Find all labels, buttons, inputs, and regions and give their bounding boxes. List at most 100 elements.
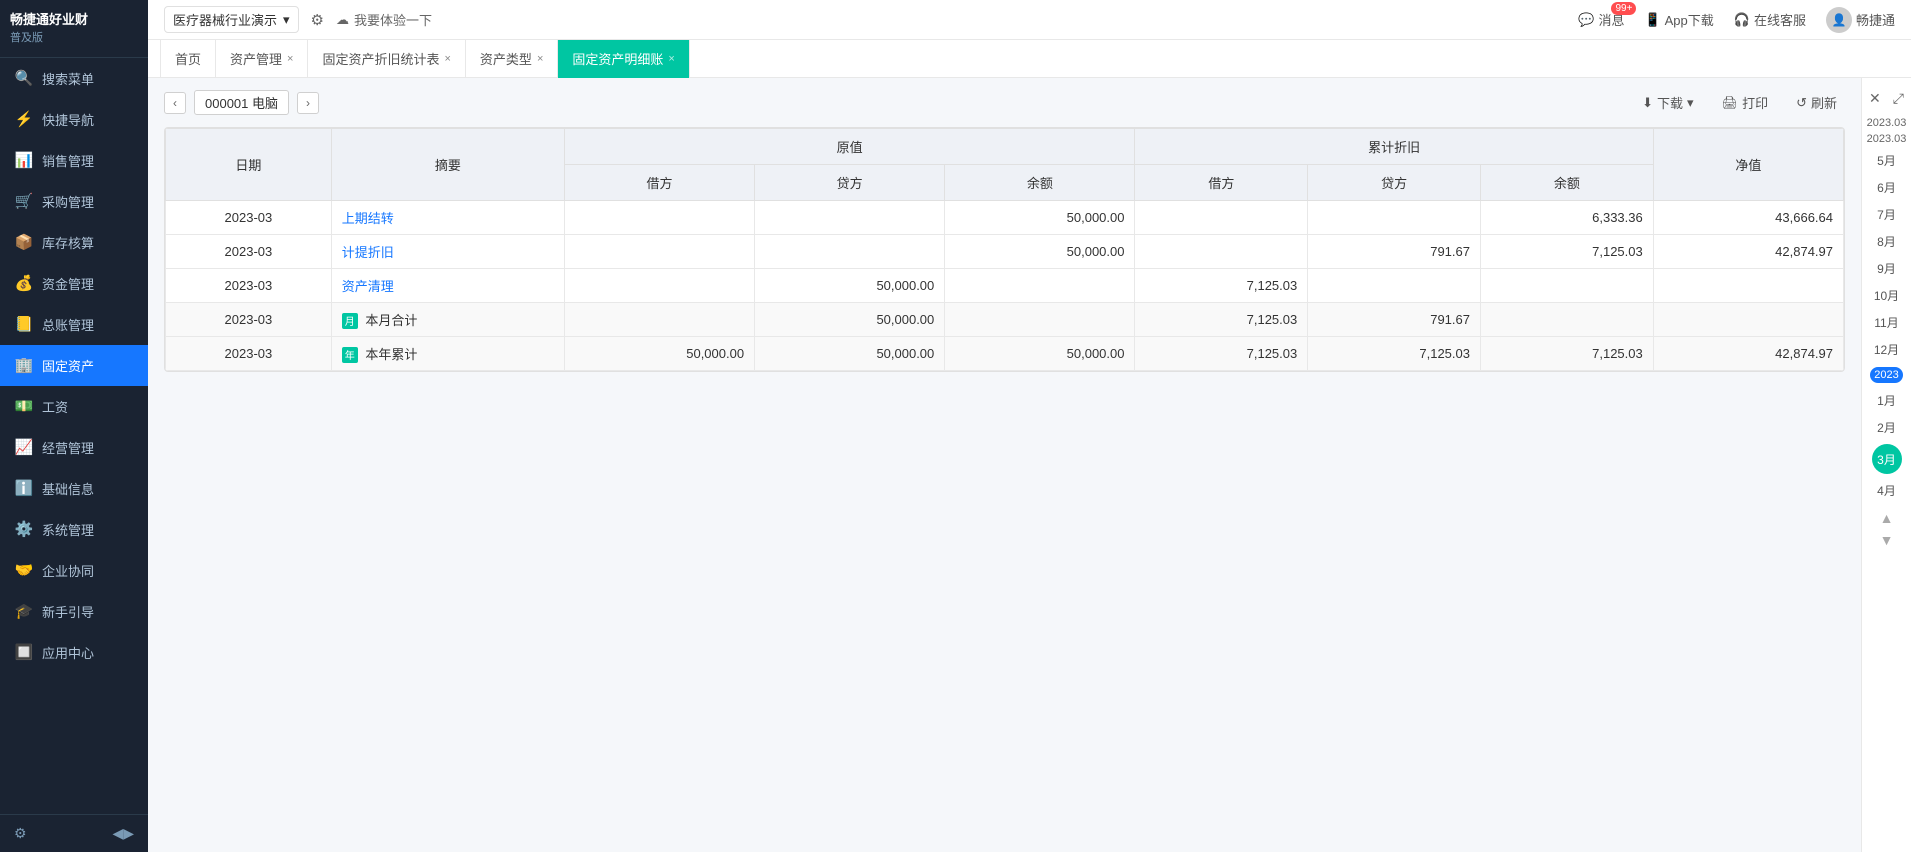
cell-summary[interactable]: 计提折旧	[331, 235, 564, 269]
tab-label-asset-mgmt: 资产管理	[230, 49, 282, 68]
cell-net-value: 43,666.64	[1653, 201, 1843, 235]
cell-orig-credit: 50,000.00	[755, 337, 945, 371]
cell-accum-debit: 7,125.03	[1135, 337, 1308, 371]
panel-down-btn[interactable]: ▼	[1880, 532, 1894, 548]
tab-close-depreciation-stat[interactable]: ×	[444, 53, 450, 65]
experience-btn[interactable]: ☁ 我要体验一下	[336, 10, 432, 29]
sidebar-item-funds[interactable]: 💰 资金管理	[0, 263, 148, 304]
sidebar-item-newbie[interactable]: 🎓 新手引导	[0, 591, 148, 632]
cell-date: 2023-03	[166, 201, 332, 235]
month-item-3月[interactable]: 3月	[1872, 444, 1902, 474]
cell-accum-credit	[1308, 201, 1481, 235]
sidebar-item-ledger[interactable]: 📒 总账管理	[0, 304, 148, 345]
sidebar-item-sales[interactable]: 📊 销售管理	[0, 140, 148, 181]
th-orig-credit: 贷方	[755, 165, 945, 201]
sidebar-item-basic[interactable]: ℹ️ 基础信息	[0, 468, 148, 509]
tab-close-asset-type[interactable]: ×	[537, 53, 543, 65]
th-orig-balance: 余额	[945, 165, 1135, 201]
sidebar-label-fixed: 固定资产	[42, 356, 94, 375]
tab-home[interactable]: 首页	[160, 40, 216, 78]
month-item-2月[interactable]: 2月	[1862, 414, 1911, 441]
sidebar-item-fixed[interactable]: 🏢 固定资产	[0, 345, 148, 386]
sidebar-item-inventory[interactable]: 📦 库存核算	[0, 222, 148, 263]
system-icon: ⚙️	[14, 520, 34, 538]
cell-orig-balance: 50,000.00	[945, 337, 1135, 371]
month-item-8月[interactable]: 8月	[1862, 228, 1911, 255]
table-row: 2023-03 计提折旧 50,000.00 791.67 7,125.03 4…	[166, 235, 1844, 269]
cell-accum-balance: 7,125.03	[1480, 337, 1653, 371]
sidebar-item-enterprise[interactable]: 🤝 企业协同	[0, 550, 148, 591]
summary-link-0[interactable]: 上期结转	[342, 211, 394, 226]
month-item-10月[interactable]: 10月	[1862, 282, 1911, 309]
download-label: 下载	[1657, 93, 1683, 112]
sidebar-label-ledger: 总账管理	[42, 315, 94, 334]
sidebar-item-system[interactable]: ⚙️ 系统管理	[0, 509, 148, 550]
sidebar-item-salary[interactable]: 💵 工资	[0, 386, 148, 427]
sidebar-item-operations[interactable]: 📈 经营管理	[0, 427, 148, 468]
cell-net-value	[1653, 303, 1843, 337]
expand-panel-btn[interactable]: ⤢	[1889, 86, 1908, 111]
close-panel-btn[interactable]: ✕	[1865, 86, 1885, 111]
salary-icon: 💵	[14, 397, 34, 415]
sidebar-item-quicknav[interactable]: ⚡ 快捷导航	[0, 99, 148, 140]
ledger-table: 日期 摘要 原值 累计折旧 净值 借方 贷方 余额 借方 贷方 余额	[165, 128, 1844, 371]
sidebar-item-search[interactable]: 🔍 搜索菜单	[0, 58, 148, 99]
summary-link-2[interactable]: 资产清理	[342, 279, 394, 294]
summary-link-1[interactable]: 计提折旧	[342, 245, 394, 260]
download-btn[interactable]: ⬇ 下载 ▾	[1634, 90, 1701, 115]
th-summary: 摘要	[331, 129, 564, 201]
month-item-11月[interactable]: 11月	[1862, 309, 1911, 336]
month-item-7月[interactable]: 7月	[1862, 201, 1911, 228]
cell-orig-debit	[564, 235, 754, 269]
th-accum-debit: 借方	[1135, 165, 1308, 201]
sidebar-label-system: 系统管理	[42, 520, 94, 539]
month-item-9月[interactable]: 9月	[1862, 255, 1911, 282]
tab-close-asset-detail[interactable]: ×	[668, 53, 674, 65]
cell-net-value: 42,874.97	[1653, 337, 1843, 371]
avatar-icon: 👤	[1832, 13, 1847, 27]
month-item-4月[interactable]: 4月	[1862, 477, 1911, 504]
cell-orig-balance	[945, 303, 1135, 337]
newbie-icon: 🎓	[14, 602, 34, 620]
print-btn[interactable]: 🖨 打印	[1714, 90, 1777, 115]
tab-label-depreciation-stat: 固定资产折旧统计表	[322, 49, 439, 68]
cell-accum-credit: 791.67	[1308, 303, 1481, 337]
settings-icon[interactable]: ⚙	[14, 825, 27, 842]
tab-depreciation-stat[interactable]: 固定资产折旧统计表 ×	[308, 40, 465, 78]
next-asset-btn[interactable]: ›	[297, 92, 319, 114]
refresh-btn[interactable]: ↺ 刷新	[1788, 90, 1845, 115]
tab-asset-type[interactable]: 资产类型×	[466, 40, 558, 78]
avatar: 👤	[1826, 7, 1852, 33]
sidebar-item-appCenter[interactable]: 🔲 应用中心	[0, 632, 148, 673]
company-dropdown-icon: ▾	[283, 12, 290, 28]
cell-summary[interactable]: 上期结转	[331, 201, 564, 235]
app-download-btn[interactable]: 📱 App下载	[1644, 10, 1713, 29]
tab-close-asset-mgmt[interactable]: ×	[287, 53, 293, 65]
asset-code: 000001	[205, 96, 248, 111]
year-badge[interactable]: 2023	[1870, 367, 1902, 383]
month-item-6月[interactable]: 6月	[1862, 174, 1911, 201]
month-item-1月[interactable]: 1月	[1862, 387, 1911, 414]
cell-accum-credit: 7,125.03	[1308, 337, 1481, 371]
sidebar-label-appCenter: 应用中心	[42, 643, 94, 662]
company-selector[interactable]: 医疗器械行业演示 ▾	[164, 6, 299, 33]
message-btn[interactable]: 💬 消息 99+	[1578, 10, 1624, 29]
sidebar-scroll: 🔍 搜索菜单 ⚡ 快捷导航 📊 销售管理 🛒 采购管理 📦 库存核算 💰 资金管…	[0, 58, 148, 814]
user-btn[interactable]: 👤 畅捷通	[1826, 7, 1895, 33]
sidebar-item-purchase[interactable]: 🛒 采购管理	[0, 181, 148, 222]
panel-up-btn[interactable]: ▲	[1880, 510, 1894, 526]
tab-asset-mgmt[interactable]: 资产管理 ×	[216, 40, 308, 78]
print-label: 打印	[1742, 93, 1768, 112]
topbar-settings-icon[interactable]: ⚙	[311, 11, 324, 29]
month-item-5月[interactable]: 5月	[1862, 147, 1911, 174]
sidebar-label-purchase: 采购管理	[42, 192, 94, 211]
prev-asset-btn[interactable]: ‹	[164, 92, 186, 114]
main-content: 医疗器械行业演示 ▾ ⚙ ☁ 我要体验一下 💬 消息 99+ 📱 App下载 🎧…	[148, 0, 1911, 852]
th-accum-group: 累计折旧	[1135, 129, 1653, 165]
tab-label-home: 首页	[175, 49, 201, 68]
tab-asset-detail[interactable]: 固定资产明细账×	[558, 40, 689, 78]
collapse-icon[interactable]: ◀▶	[112, 825, 134, 842]
service-btn[interactable]: 🎧 在线客服	[1734, 10, 1806, 29]
cell-summary[interactable]: 资产清理	[331, 269, 564, 303]
month-item-12月[interactable]: 12月	[1862, 336, 1911, 363]
